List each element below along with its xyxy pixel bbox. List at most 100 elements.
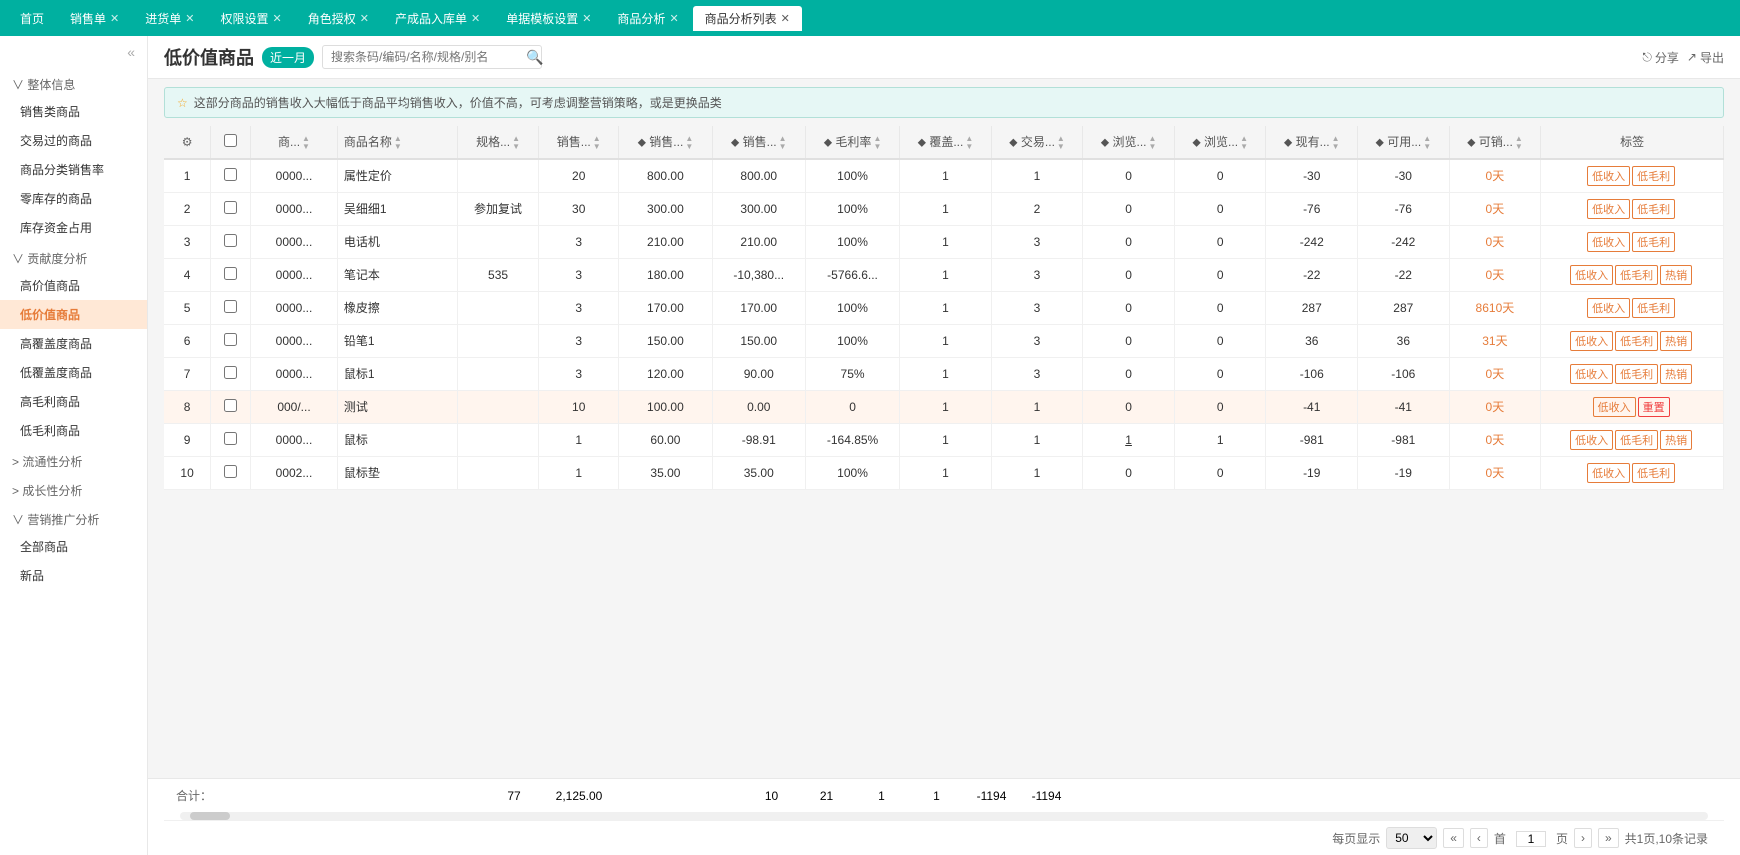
page-header: 低价值商品 近一月 🔍 ⎋ 分享 ↗ 导出 (148, 36, 1740, 79)
sidebar: « ∨ 整体信息 销售类商品 交易过的商品 商品分类销售率 零库存的商品 库存资… (0, 36, 148, 855)
prev-page-button[interactable]: ‹ (1470, 828, 1488, 848)
nav-permissions[interactable]: 权限设置 ✕ (208, 6, 293, 31)
close-icon[interactable]: ✕ (471, 12, 480, 25)
row-checkbox-cell[interactable] (211, 192, 251, 225)
browse-value: 0 (1125, 367, 1132, 381)
sidebar-item-low-margin[interactable]: 低毛利商品 (0, 416, 147, 445)
th-settings[interactable]: ⚙ (164, 126, 211, 159)
sidebar-group-marketing[interactable]: ∨ 营销推广分析 (0, 503, 147, 532)
sidebar-item-all-products[interactable]: 全部商品 (0, 532, 147, 561)
row-checkbox-cell[interactable] (211, 324, 251, 357)
nav-sales[interactable]: 销售单 ✕ (58, 6, 131, 31)
tag-badge: 热销 (1660, 430, 1692, 450)
th-tags: 标签 (1541, 126, 1724, 159)
export-button[interactable]: ↗ 导出 (1687, 49, 1724, 66)
sidebar-item-high-coverage[interactable]: 高覆盖度商品 (0, 329, 147, 358)
nav-goods-analysis[interactable]: 商品分析 ✕ (605, 6, 690, 31)
sidebar-item-new-products[interactable]: 新品 (0, 561, 147, 590)
row-checkbox[interactable] (224, 432, 237, 445)
row-checkbox-cell[interactable] (211, 225, 251, 258)
row-coverage: 1 (900, 258, 992, 291)
row-tags: 低收入低毛利 (1541, 192, 1724, 225)
row-checkbox[interactable] (224, 465, 237, 478)
close-icon[interactable]: ✕ (273, 12, 282, 25)
row-checkbox-cell[interactable] (211, 456, 251, 489)
close-icon[interactable]: ✕ (110, 12, 119, 25)
row-checkbox[interactable] (224, 168, 237, 181)
row-checkbox[interactable] (224, 201, 237, 214)
row-checkbox[interactable] (224, 300, 237, 313)
row-checkbox-cell[interactable] (211, 423, 251, 456)
nav-purchase[interactable]: 进货单 ✕ (133, 6, 206, 31)
row-trade: 1 (991, 159, 1083, 193)
close-icon[interactable]: ✕ (360, 12, 369, 25)
sidebar-item-zero-stock[interactable]: 零库存的商品 (0, 184, 147, 213)
nav-roles[interactable]: 角色授权 ✕ (296, 6, 381, 31)
close-icon[interactable]: ✕ (781, 12, 790, 25)
date-filter-badge[interactable]: 近一月 (262, 47, 314, 68)
sidebar-item-low-coverage[interactable]: 低覆盖度商品 (0, 358, 147, 387)
first-page-button[interactable]: « (1443, 828, 1464, 848)
nav-template[interactable]: 单据模板设置 ✕ (494, 6, 603, 31)
row-name: 鼠标1 (337, 357, 457, 390)
browse-link[interactable]: 1 (1125, 433, 1132, 447)
row-checkbox[interactable] (224, 333, 237, 346)
total-sale-price: 2,125.00 (544, 789, 614, 803)
row-spec: 535 (457, 258, 538, 291)
data-table: ⚙ 商...▲▼ 商品名称▲▼ 规格...▲▼ (164, 126, 1724, 490)
last-page-button[interactable]: » (1598, 828, 1619, 848)
row-trade: 3 (991, 357, 1083, 390)
sidebar-item-stock-capital[interactable]: 库存资金占用 (0, 213, 147, 242)
sidebar-group-circulation[interactable]: > 流通性分析 (0, 445, 147, 474)
sidebar-group-overall[interactable]: ∨ 整体信息 (0, 68, 147, 97)
scrollbar-thumb[interactable] (190, 812, 230, 820)
row-sale-qty: 10 (539, 390, 619, 423)
nav-products[interactable]: 产成品入库单 ✕ (383, 6, 492, 31)
tag-badge: 低收入 (1587, 298, 1630, 318)
th-checkbox[interactable] (211, 126, 251, 159)
sidebar-item-sales-products[interactable]: 销售类商品 (0, 97, 147, 126)
row-checkbox[interactable] (224, 399, 237, 412)
collapse-button[interactable]: « (123, 40, 139, 64)
nav-goods-analysis-list[interactable]: 商品分析列表 ✕ (693, 6, 802, 31)
row-checkbox-cell[interactable] (211, 258, 251, 291)
search-input[interactable] (322, 45, 542, 69)
table-container[interactable]: ⚙ 商...▲▼ 商品名称▲▼ 规格...▲▼ (148, 122, 1740, 778)
row-checkbox[interactable] (224, 366, 237, 379)
sidebar-item-traded-products[interactable]: 交易过的商品 (0, 126, 147, 155)
sidebar-group-contribution[interactable]: ∨ 贡献度分析 (0, 242, 147, 271)
sidebar-item-high-value[interactable]: 高价值商品 (0, 271, 147, 300)
row-name: 属性定价 (337, 159, 457, 193)
horizontal-scrollbar[interactable] (180, 812, 1708, 820)
row-num: 4 (164, 258, 211, 291)
search-icon[interactable]: 🔍 (526, 49, 543, 66)
page-size-select[interactable]: 50 100 (1386, 827, 1437, 849)
row-checkbox-cell[interactable] (211, 357, 251, 390)
select-all-checkbox[interactable] (224, 134, 237, 147)
row-sale-price: 150.00 (619, 324, 712, 357)
settings-icon[interactable]: ⚙ (182, 135, 193, 149)
total-sale-qty: 77 (484, 789, 544, 803)
share-button[interactable]: ⎋ 分享 (1642, 49, 1679, 66)
row-coverage: 1 (900, 423, 992, 456)
page-input[interactable] (1516, 831, 1546, 847)
row-checkbox[interactable] (224, 267, 237, 280)
row-checkbox[interactable] (224, 234, 237, 247)
sidebar-item-low-value[interactable]: 低价值商品 (0, 300, 147, 329)
next-page-button[interactable]: › (1574, 828, 1592, 848)
sidebar-item-category-sales[interactable]: 商品分类销售率 (0, 155, 147, 184)
nav-home[interactable]: 首页 (8, 6, 56, 31)
sidebar-item-high-margin[interactable]: 高毛利商品 (0, 387, 147, 416)
row-num: 8 (164, 390, 211, 423)
tag-badge: 低毛利 (1632, 166, 1675, 186)
row-checkbox-cell[interactable] (211, 159, 251, 193)
close-icon[interactable]: ✕ (582, 12, 591, 25)
close-icon[interactable]: ✕ (185, 12, 194, 25)
close-icon[interactable]: ✕ (669, 12, 678, 25)
row-checkbox-cell[interactable] (211, 390, 251, 423)
row-checkbox-cell[interactable] (211, 291, 251, 324)
table-row: 1 0000... 属性定价 20 800.00 800.00 100% 1 1… (164, 159, 1724, 193)
sidebar-group-growth[interactable]: > 成长性分析 (0, 474, 147, 503)
row-trade: 3 (991, 324, 1083, 357)
tag-badge: 低毛利 (1632, 463, 1675, 483)
